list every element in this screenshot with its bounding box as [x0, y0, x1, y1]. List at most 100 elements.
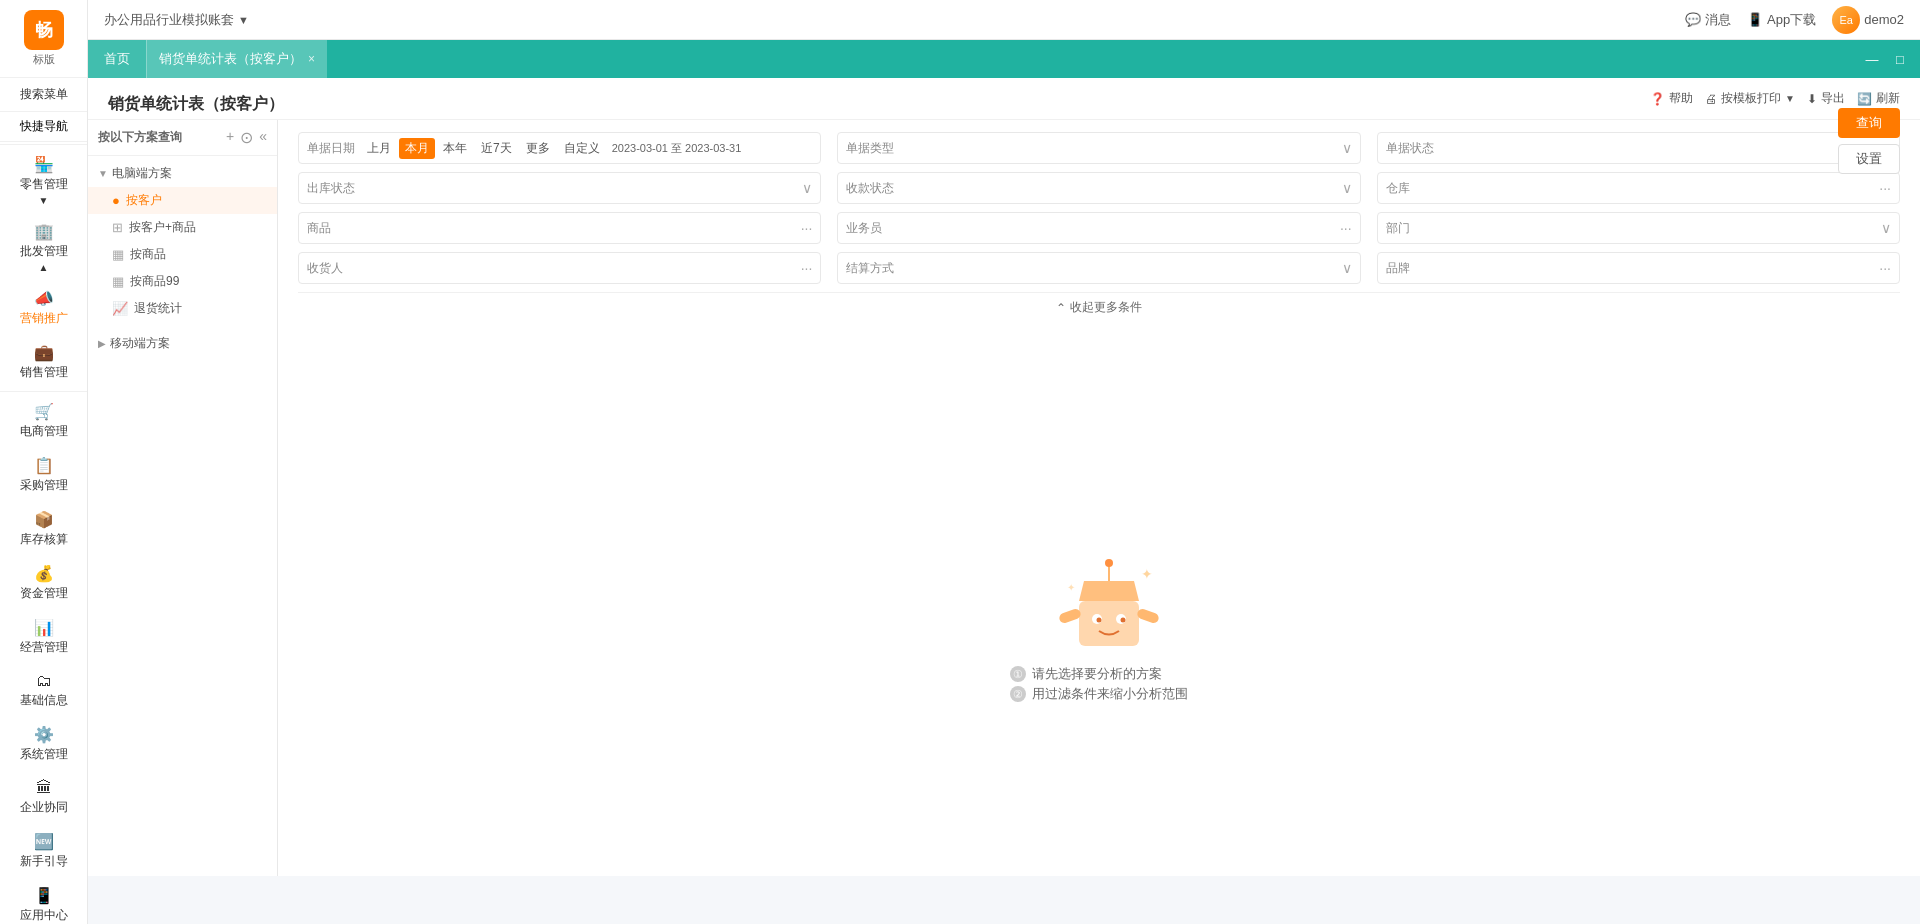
export-btn[interactable]: ⬇ 导出: [1807, 90, 1845, 107]
sidebar-item-wholesale[interactable]: 🏢 批发管理 ▲: [0, 214, 87, 281]
receive-status-dropdown[interactable]: ∨: [1342, 180, 1352, 196]
scheme-edit-icon[interactable]: ⊙: [240, 128, 253, 147]
help-btn[interactable]: ❓ 帮助: [1650, 90, 1693, 107]
date-tab-this-year[interactable]: 本年: [437, 138, 473, 159]
avatar: Ea: [1832, 6, 1860, 34]
tab-report[interactable]: 销货单统计表（按客户） ×: [146, 40, 327, 78]
ship-status-dropdown[interactable]: ∨: [802, 180, 812, 196]
query-btn[interactable]: 查询: [1838, 108, 1900, 138]
ship-status-filter[interactable]: 出库状态 ∨: [298, 172, 821, 204]
settings-btn[interactable]: 设置: [1838, 144, 1900, 174]
user-menu[interactable]: Ea demo2: [1832, 6, 1904, 34]
svg-point-4: [1097, 618, 1102, 623]
date-tab-last-month[interactable]: 上月: [361, 138, 397, 159]
enterprise-icon: 🏛: [36, 779, 52, 797]
template-print-btn[interactable]: 🖨 按模板打印 ▼: [1705, 90, 1795, 107]
company-selector[interactable]: 办公用品行业模拟账套 ▼: [104, 11, 249, 29]
app-download-btn[interactable]: 📱 App下载: [1747, 11, 1816, 29]
date-filter-label: 单据日期: [307, 140, 355, 157]
order-status-filter[interactable]: 单据状态 ∨: [1377, 132, 1900, 164]
date-tab-more[interactable]: 更多: [520, 138, 556, 159]
empty-state: ✦ ✦ ① 请先选择要分析的方案 ② 用过滤条件来缩小分析范围: [278, 380, 1920, 876]
main-area: 办公用品行业模拟账套 ▼ 💬 消息 📱 App下载 Ea demo2 首页: [88, 0, 1920, 924]
goods-icon: ▦: [112, 247, 124, 262]
tab-close-btn[interactable]: ×: [308, 52, 315, 66]
sidebar-item-ecommerce[interactable]: 🛒 电商管理: [0, 394, 87, 448]
sidebar-item-marketing[interactable]: 📣 营销推广: [0, 281, 87, 335]
tab-home[interactable]: 首页: [88, 40, 146, 78]
sidebar-item-newuser[interactable]: 🆕 新手引导: [0, 824, 87, 878]
sidebar-item-enterprise[interactable]: 🏛 企业协同: [0, 771, 87, 824]
sidebar-item-retail[interactable]: 🏪 零售管理 ▼: [0, 147, 87, 214]
export-icon: ⬇: [1807, 92, 1817, 106]
sidebar-search[interactable]: 搜索菜单: [0, 78, 87, 112]
message-btn[interactable]: 💬 消息: [1685, 11, 1731, 29]
empty-tip-1: ① 请先选择要分析的方案: [1010, 665, 1188, 683]
collapse-btn[interactable]: ⌃ 收起更多条件: [298, 292, 1900, 322]
svg-marker-1: [1079, 581, 1139, 601]
settlement-filter[interactable]: 结算方式 ∨: [837, 252, 1360, 284]
empty-svg: ✦ ✦: [1049, 551, 1169, 661]
scheme-item-return[interactable]: 📈 退货统计: [88, 295, 277, 322]
scheme-item-goods[interactable]: ▦ 按商品: [88, 241, 277, 268]
tab-bar: 首页 销货单统计表（按客户） × — □: [88, 40, 1920, 78]
app-logo: 畅 标版: [0, 0, 87, 78]
settlement-dropdown[interactable]: ∨: [1342, 260, 1352, 276]
scheme-group-mobile-title[interactable]: ▶ 移动端方案: [88, 330, 277, 357]
sidebar: 畅 标版 搜索菜单 快捷导航 🏪 零售管理 ▼ 🏢 批发管理 ▲ 📣 营销推广 …: [0, 0, 88, 924]
system-icon: ⚙️: [34, 725, 54, 744]
receive-status-filter[interactable]: 收款状态 ∨: [837, 172, 1360, 204]
group-arrow-icon: ▼: [98, 168, 108, 179]
header-right: 💬 消息 📱 App下载 Ea demo2: [1685, 6, 1904, 34]
filter-area: 单据日期 上月 本月 本年 近7天 更多 自定义 2023-03-01 至 20…: [278, 120, 1920, 380]
department-dropdown[interactable]: ∨: [1881, 220, 1891, 236]
svg-text:✦: ✦: [1067, 582, 1075, 593]
scheme-icons: + ⊙ «: [226, 128, 267, 147]
sidebar-item-appcenter[interactable]: 📱 应用中心: [0, 878, 87, 924]
sidebar-item-sales[interactable]: 💼 销售管理: [0, 335, 87, 389]
group-arrow-mobile-icon: ▶: [98, 338, 106, 349]
scheme-item-customer-goods[interactable]: ⊞ 按客户+商品: [88, 214, 277, 241]
refresh-btn[interactable]: 🔄 刷新: [1857, 90, 1900, 107]
receiver-more[interactable]: ···: [801, 260, 813, 276]
scheme-item-goods99[interactable]: ▦ 按商品99: [88, 268, 277, 295]
tab-minimize-btn[interactable]: —: [1860, 47, 1884, 71]
scheme-collapse-icon[interactable]: «: [259, 128, 267, 147]
salesman-filter[interactable]: 业务员 ···: [837, 212, 1360, 244]
newuser-icon: 🆕: [34, 832, 54, 851]
brand-more[interactable]: ···: [1879, 260, 1891, 276]
sidebar-item-inventory[interactable]: 📦 库存核算: [0, 502, 87, 556]
sidebar-item-system[interactable]: ⚙️ 系统管理: [0, 717, 87, 771]
goods-filter[interactable]: 商品 ···: [298, 212, 821, 244]
sidebar-item-basic[interactable]: 🗂 基础信息: [0, 664, 87, 717]
divider1: [0, 144, 87, 145]
scheme-add-icon[interactable]: +: [226, 128, 234, 147]
sidebar-item-purchase[interactable]: 📋 采购管理: [0, 448, 87, 502]
salesman-more[interactable]: ···: [1340, 220, 1352, 236]
department-filter[interactable]: 部门 ∨: [1377, 212, 1900, 244]
order-type-filter[interactable]: 单据类型 ∨: [837, 132, 1360, 164]
date-tab-custom[interactable]: 自定义: [558, 138, 606, 159]
goods-more[interactable]: ···: [801, 220, 813, 236]
tab-maximize-btn[interactable]: □: [1888, 47, 1912, 71]
message-icon: 💬: [1685, 12, 1701, 27]
sidebar-nav[interactable]: 快捷导航: [0, 112, 87, 142]
order-status-label: 单据状态: [1386, 140, 1434, 157]
sidebar-item-finance[interactable]: 💰 资金管理: [0, 556, 87, 610]
date-tab-7days[interactable]: 近7天: [475, 138, 518, 159]
content-area: 按以下方案查询 + ⊙ « ▼ 电脑端方案 ● 按客户: [88, 120, 1920, 876]
wholesale-icon: 🏢: [34, 222, 54, 241]
date-tab-this-month[interactable]: 本月: [399, 138, 435, 159]
order-type-dropdown[interactable]: ∨: [1342, 140, 1352, 156]
brand-filter[interactable]: 品牌 ···: [1377, 252, 1900, 284]
department-label: 部门: [1386, 220, 1428, 237]
warehouse-filter[interactable]: 仓库 ···: [1377, 172, 1900, 204]
scheme-group-mobile: ▶ 移动端方案: [88, 326, 277, 361]
scheme-item-by-customer[interactable]: ● 按客户: [88, 187, 277, 214]
app-download-label: App下载: [1767, 11, 1816, 29]
receiver-filter[interactable]: 收货人 ···: [298, 252, 821, 284]
scheme-group-desktop-title[interactable]: ▼ 电脑端方案: [88, 160, 277, 187]
print-dropdown-icon: ▼: [1785, 93, 1795, 104]
warehouse-more[interactable]: ···: [1879, 180, 1891, 196]
sidebar-item-operations[interactable]: 📊 经营管理: [0, 610, 87, 664]
